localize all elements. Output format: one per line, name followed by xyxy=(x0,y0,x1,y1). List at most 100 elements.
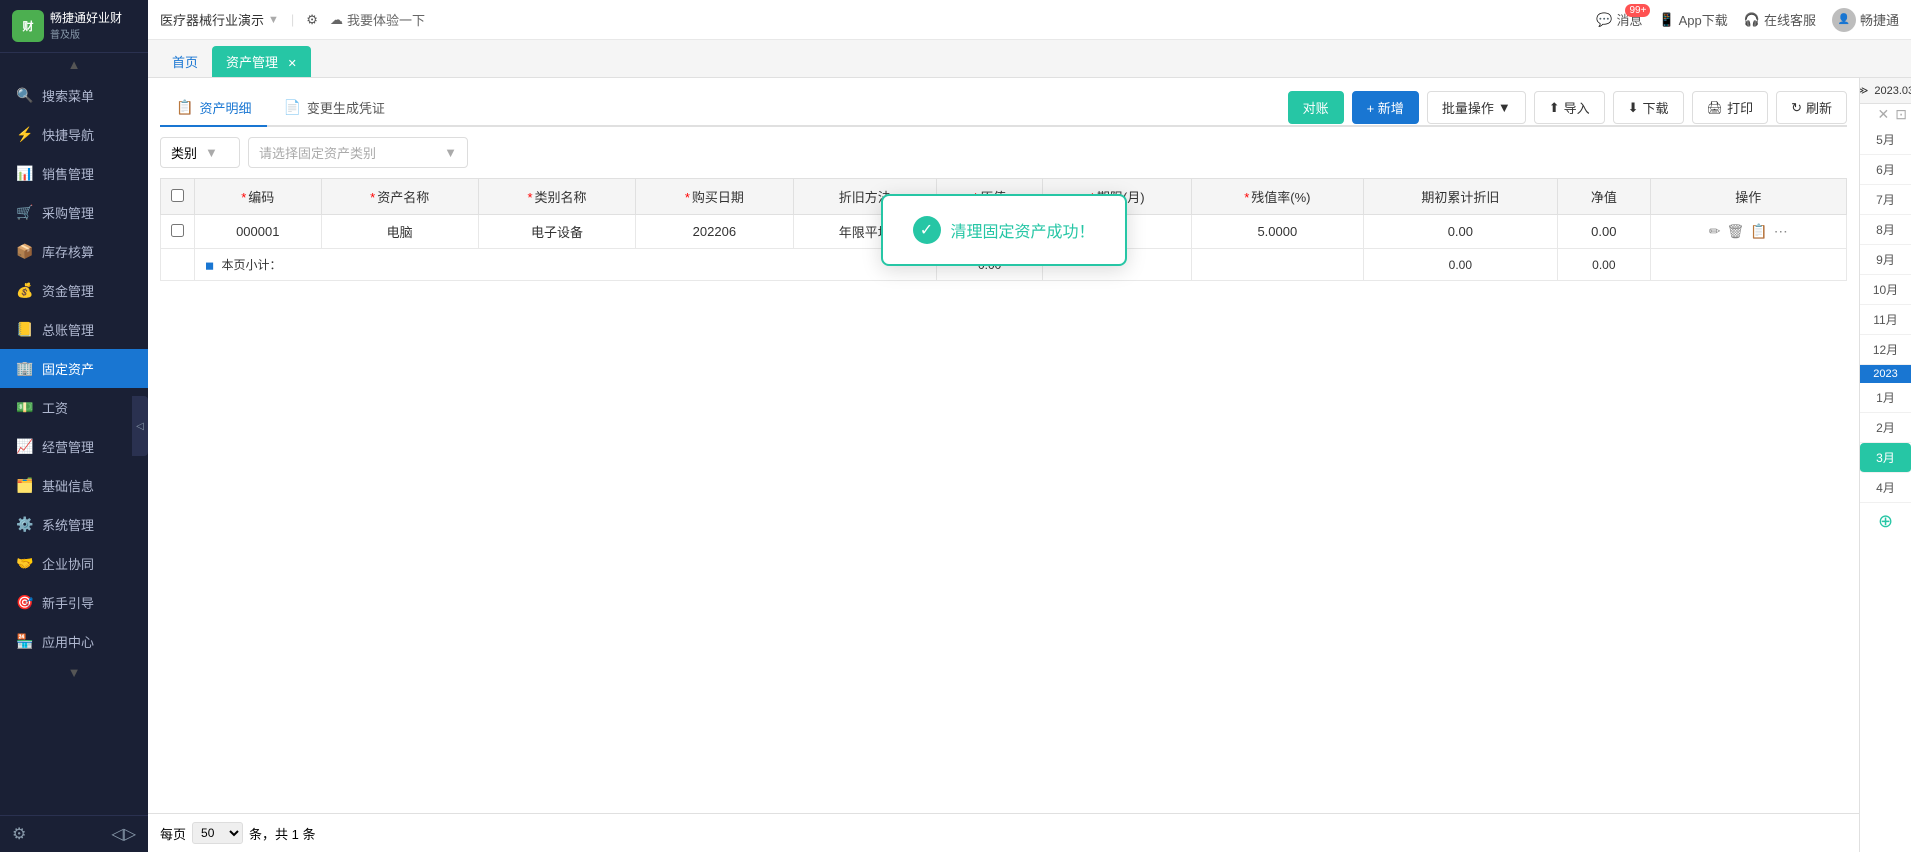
copy-icon[interactable]: 📋 xyxy=(1750,223,1767,240)
message-icon: 💬 xyxy=(1596,12,1612,28)
close-panel-icon[interactable]: ✕ xyxy=(1878,106,1890,123)
more-icon[interactable]: ⋯ xyxy=(1774,223,1788,240)
row-checkbox[interactable] xyxy=(171,224,184,237)
tab-assets[interactable]: 资产管理 ✕ xyxy=(212,46,311,77)
cal-month-5[interactable]: 5月 xyxy=(1860,125,1911,155)
category-filter[interactable]: 类别 ▼ xyxy=(160,137,240,168)
sub-tab-voucher[interactable]: 📄 变更生成凭证 xyxy=(267,90,400,127)
tabs-bar: 首页 资产管理 ✕ xyxy=(148,40,1911,78)
sidebar-item-baseinfo[interactable]: 🗂️ 基础信息 xyxy=(0,466,148,505)
batch-ops-btn[interactable]: 批量操作 ▼ xyxy=(1427,91,1526,124)
fixedassets-icon: 🏢 xyxy=(16,360,34,377)
cal-month-3-2023[interactable]: 3月 xyxy=(1860,443,1911,473)
content: 📋 资产明细 📄 变更生成凭证 对账 + 新增 批量操作 ▼ xyxy=(148,78,1911,852)
online-service-btn[interactable]: 🎧 在线客服 xyxy=(1744,10,1816,29)
delete-icon[interactable]: 🗑 xyxy=(1727,223,1745,240)
sidebar-item-search[interactable]: 🔍 搜索菜单 xyxy=(0,76,148,115)
cal-month-7[interactable]: 7月 xyxy=(1860,185,1911,215)
sidebar: 财 畅捷通好业财 普及版 ◁ ▲ 🔍 搜索菜单 ⚡ 快捷导航 📊 销售管理 🛒 … xyxy=(0,0,148,852)
company-selector[interactable]: 医疗器械行业演示 ▼ xyxy=(160,10,279,29)
select-all-checkbox[interactable] xyxy=(171,189,184,202)
user-menu[interactable]: 👤 畅捷通 xyxy=(1832,8,1899,32)
cal-month-9[interactable]: 9月 xyxy=(1860,245,1911,275)
success-toast: ✓ 清理固定资产成功！ xyxy=(880,194,1126,266)
print-icon: 🖨 xyxy=(1707,100,1724,116)
sidebar-item-fixedassets[interactable]: 🏢 固定资产 xyxy=(0,349,148,388)
calendar-expand-icon[interactable]: ≫ xyxy=(1859,84,1868,97)
expand-icon: ⊕ xyxy=(1878,511,1893,531)
cal-month-10[interactable]: 10月 xyxy=(1860,275,1911,305)
voucher-tab-icon: 📄 xyxy=(283,99,300,116)
print-btn[interactable]: 🖨 打印 xyxy=(1692,91,1769,124)
per-page-select[interactable]: 50 100 200 xyxy=(192,822,243,844)
sidebar-item-inventory[interactable]: 📦 库存核算 xyxy=(0,232,148,271)
cloud-icon: ☁ xyxy=(330,12,343,28)
cal-month-8[interactable]: 8月 xyxy=(1860,215,1911,245)
sidebar-item-purchase[interactable]: 🛒 采购管理 xyxy=(0,193,148,232)
tab-home[interactable]: 首页 xyxy=(158,46,212,77)
avatar: 👤 xyxy=(1832,8,1856,32)
sidebar-collapse-btn[interactable]: ◁ xyxy=(132,396,148,456)
message-btn[interactable]: 💬 消息 99+ xyxy=(1596,10,1642,29)
sidebar-scroll-down[interactable]: ▼ xyxy=(0,661,148,684)
cell-residual-rate: 5.0000 xyxy=(1192,215,1364,249)
sidebar-item-quicknav[interactable]: ⚡ 快捷导航 xyxy=(0,115,148,154)
sidebar-logo: 财 畅捷通好业财 普及版 xyxy=(0,0,148,53)
sidebar-item-system[interactable]: ⚙️ 系统管理 xyxy=(0,505,148,544)
cell-purchase-date: 202206 xyxy=(636,215,793,249)
sidebar-bottom: ⚙ ◁▷ xyxy=(0,815,148,852)
purchase-icon: 🛒 xyxy=(16,204,34,221)
app-logo-icon: 财 xyxy=(12,10,44,42)
cal-month-6[interactable]: 6月 xyxy=(1860,155,1911,185)
app-download-btn[interactable]: 📱 App下载 xyxy=(1658,10,1727,29)
settings-btn[interactable]: ⚙ xyxy=(306,12,318,28)
cal-month-1-2023[interactable]: 1月 xyxy=(1860,383,1911,413)
cal-month-12[interactable]: 12月 xyxy=(1860,335,1911,365)
sales-icon: 📊 xyxy=(16,165,34,182)
tab-close-icon[interactable]: ✕ xyxy=(288,58,297,70)
try-btn[interactable]: ☁ 我要体验一下 xyxy=(330,10,425,29)
page-body: 📋 资产明细 📄 变更生成凭证 对账 + 新增 批量操作 ▼ xyxy=(148,78,1859,813)
message-badge: 99+ xyxy=(1625,4,1650,17)
edit-icon[interactable]: ✏ xyxy=(1709,223,1721,240)
sidebar-item-cooperation[interactable]: 🤝 企业协同 xyxy=(0,544,148,583)
toolbar: 对账 + 新增 批量操作 ▼ ⬆ 导入 ⬇ 下载 xyxy=(1288,91,1847,124)
reconcile-btn[interactable]: 对账 xyxy=(1288,91,1344,124)
cal-month-11[interactable]: 11月 xyxy=(1860,305,1911,335)
sidebar-item-guide[interactable]: 🎯 新手引导 xyxy=(0,583,148,622)
subtotal-depreciation: 0.00 xyxy=(1363,249,1558,281)
col-code: *编码 xyxy=(195,179,322,215)
cal-month-2-2023[interactable]: 2月 xyxy=(1860,413,1911,443)
calendar-months: 5月 6月 7月 8月 9月 10月 11月 12月 2023 1月 2月 3月… xyxy=(1860,125,1911,852)
sidebar-item-appstore[interactable]: 🏪 应用中心 xyxy=(0,622,148,661)
sidebar-scroll-up[interactable]: ▲ xyxy=(0,53,148,76)
baseinfo-icon: 🗂️ xyxy=(16,477,34,494)
sidebar-item-payroll[interactable]: 💵 工资 xyxy=(0,388,148,427)
download-btn[interactable]: ⬇ 下载 xyxy=(1613,91,1684,124)
sub-tab-detail[interactable]: 📋 资产明细 xyxy=(160,90,267,127)
settings-icon[interactable]: ⚙ xyxy=(12,824,26,844)
detail-tab-icon: 📋 xyxy=(176,99,193,116)
cell-actions: ✏ 🗑 📋 ⋯ xyxy=(1650,215,1846,249)
toast-overlay: ✓ 清理固定资产成功！ xyxy=(880,194,1126,266)
sidebar-item-ledger[interactable]: 📒 总账管理 xyxy=(0,310,148,349)
topbar: 医疗器械行业演示 ▼ | ⚙ ☁ 我要体验一下 💬 消息 99+ 📱 App下载… xyxy=(148,0,1911,40)
refresh-btn[interactable]: ↻ 刷新 xyxy=(1776,91,1847,124)
quicknav-icon: ⚡ xyxy=(16,126,34,143)
new-btn[interactable]: + 新增 xyxy=(1352,91,1419,124)
sidebar-item-funds[interactable]: 💰 资金管理 xyxy=(0,271,148,310)
sidebar-item-operations[interactable]: 📈 经营管理 xyxy=(0,427,148,466)
collapse-icon[interactable]: ◁▷ xyxy=(111,824,136,844)
batch-dropdown-icon: ▼ xyxy=(1498,100,1511,115)
gear-icon: ⚙ xyxy=(306,12,318,28)
col-initial-depreciation: 期初累计折旧 xyxy=(1363,179,1558,215)
import-btn[interactable]: ⬆ 导入 xyxy=(1534,91,1605,124)
col-net-value: 净值 xyxy=(1558,179,1650,215)
expand-panel-icon[interactable]: ⊡ xyxy=(1895,106,1907,123)
col-purchase-date: *购买日期 xyxy=(636,179,793,215)
sidebar-item-sales[interactable]: 📊 销售管理 xyxy=(0,154,148,193)
cal-month-4-2023[interactable]: 4月 xyxy=(1860,473,1911,503)
asset-category-select[interactable]: 请选择固定资产类别 ▼ xyxy=(248,137,468,168)
cal-expand-btn[interactable]: ⊕ xyxy=(1860,503,1911,540)
col-residual-rate: *残值率(%) xyxy=(1192,179,1364,215)
